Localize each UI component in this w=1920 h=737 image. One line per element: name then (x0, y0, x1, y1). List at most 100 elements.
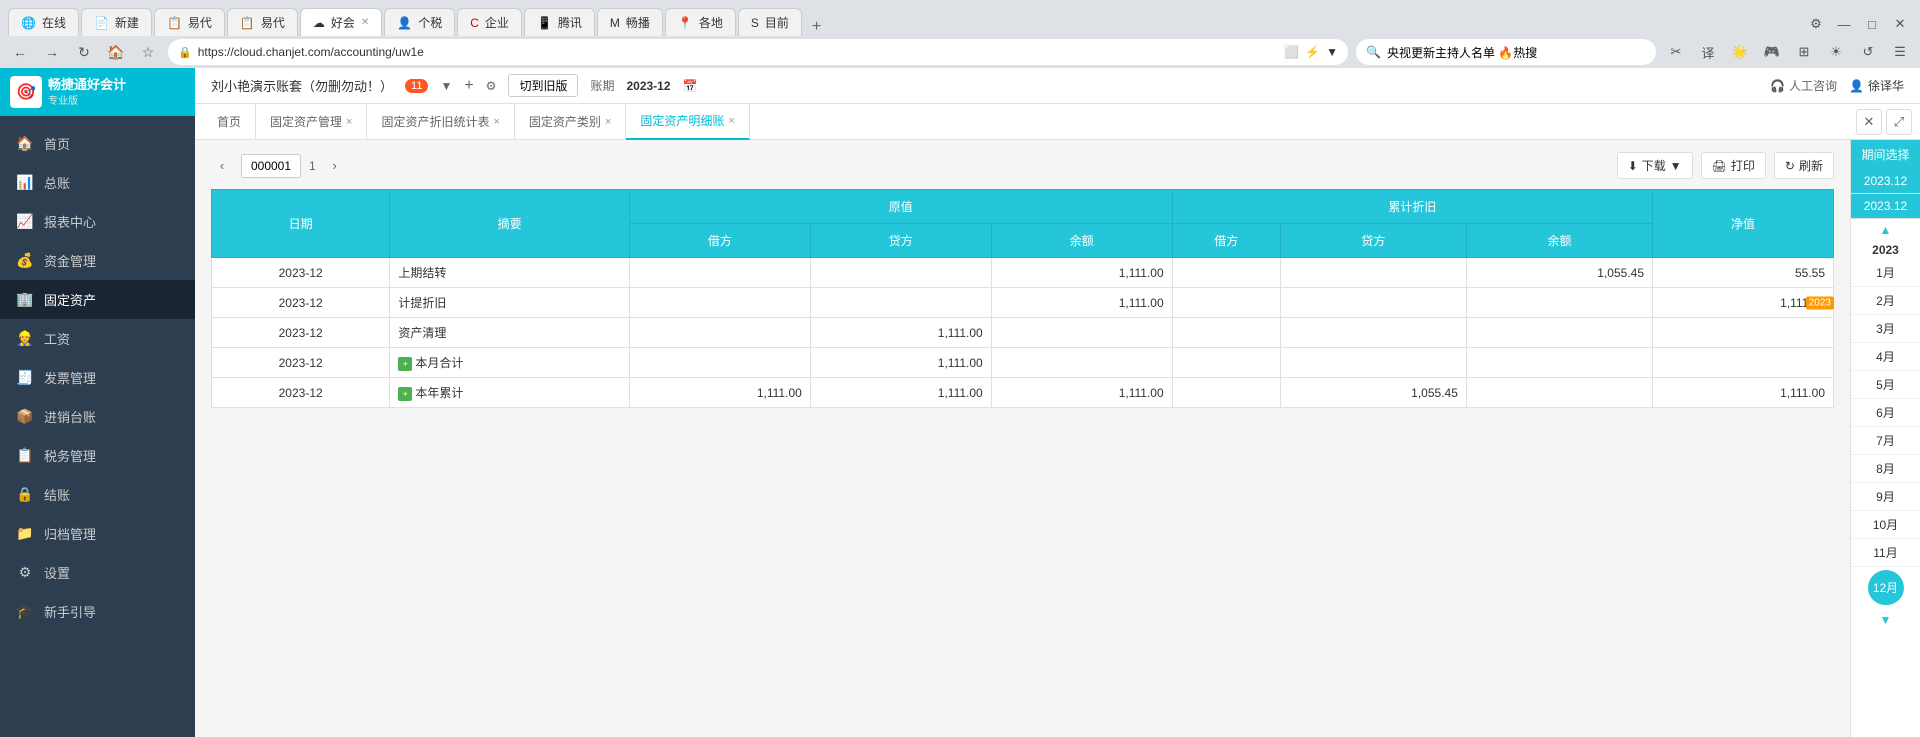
home-button[interactable]: 🏠 (104, 40, 128, 64)
back-button[interactable]: ← (8, 40, 32, 64)
sidebar-item-settings[interactable]: ⚙ 设置 (0, 553, 195, 592)
grid-icon[interactable]: ⊞ (1792, 40, 1816, 64)
archive-icon: 📁 (16, 525, 34, 543)
period-month-10[interactable]: 10月 (1851, 511, 1920, 539)
expand-icon[interactable]: ▼ (1326, 45, 1338, 59)
lightning-icon[interactable]: ⚡ (1305, 45, 1320, 59)
period-month-4[interactable]: 4月 (1851, 343, 1920, 371)
prev-page-button[interactable]: ‹ (211, 155, 233, 177)
tab-fixed-assets-mgmt[interactable]: 固定资产管理 × (256, 104, 367, 140)
sidebar-item-invoice[interactable]: 🧾 发票管理 (0, 358, 195, 397)
browser-tab-yidai1[interactable]: 📋 易代 (154, 8, 225, 36)
add-account-icon[interactable]: + (464, 77, 473, 95)
main-panel: ‹ 1 › ⬇ 下载 ▼ 🖨 打印 (195, 140, 1850, 737)
period-month-2[interactable]: 2月 (1851, 287, 1920, 315)
period-month-1[interactable]: 1月 (1851, 259, 1920, 287)
game-icon[interactable]: 🎮 (1760, 40, 1784, 64)
close-tab-depreciation-stats[interactable]: × (493, 116, 499, 128)
tab-home[interactable]: 首页 (203, 104, 256, 140)
dropdown-icon[interactable]: ▼ (440, 79, 452, 93)
browser-tab-new[interactable]: 📄 新建 (81, 8, 152, 36)
user-button[interactable]: 👤 徐译华 (1849, 77, 1904, 94)
period-month-8[interactable]: 8月 (1851, 455, 1920, 483)
settings-account-icon[interactable]: ⚙ (486, 79, 497, 93)
browser-toolbar-right: ✂ 译 🌟 🎮 ⊞ ☀ ↺ ☰ (1664, 40, 1912, 64)
period-month-6[interactable]: 6月 (1851, 399, 1920, 427)
download-button[interactable]: ⬇ 下载 ▼ (1617, 152, 1693, 179)
refresh-button[interactable]: ↻ 刷新 (1774, 152, 1834, 179)
sidebar-item-inventory[interactable]: 📦 进销台账 (0, 397, 195, 436)
cell-orig-balance: 1,111.00 (991, 258, 1172, 288)
browser-close-icon[interactable]: ✕ (1888, 12, 1912, 36)
browser-tab-tengxun[interactable]: 📱 腾讯 (524, 8, 595, 36)
close-tab-asset-category[interactable]: × (605, 116, 611, 128)
th-net-value: 净值 (1653, 190, 1834, 258)
tab-asset-ledger[interactable]: 固定资产明细账 × (626, 104, 749, 140)
support-button[interactable]: 🎧 人工咨询 (1770, 77, 1837, 94)
browser-maximize-icon[interactable]: □ (1860, 12, 1884, 36)
app-logo: 🎯 (10, 76, 42, 108)
browser-settings-icon[interactable]: ⚙ (1804, 12, 1828, 36)
browser-minimize-icon[interactable]: — (1832, 12, 1856, 36)
sun-icon[interactable]: ☀ (1824, 40, 1848, 64)
username-label: 徐译华 (1868, 77, 1904, 94)
period-scroll-up[interactable]: ▲ (1851, 219, 1920, 241)
browser-tab-muqian[interactable]: S 目前 (738, 8, 802, 36)
sidebar-item-tax[interactable]: 📋 税务管理 (0, 436, 195, 475)
browser-tab-geshui[interactable]: 👤 个税 (384, 8, 455, 36)
close-all-tabs-button[interactable]: ✕ (1856, 109, 1882, 135)
period-selected-start[interactable]: 2023.12 (1851, 169, 1920, 194)
sidebar-item-ledger[interactable]: 📊 总账 (0, 163, 195, 202)
period-month-11[interactable]: 11月 (1851, 539, 1920, 567)
browser-tab-online[interactable]: 🌐 在线 (8, 8, 79, 36)
period-month-7[interactable]: 7月 (1851, 427, 1920, 455)
browser-tab-yidai2[interactable]: 📋 易代 (227, 8, 298, 36)
close-tab-fixed-assets-mgmt[interactable]: × (346, 116, 352, 128)
search-bar[interactable]: 🔍 央视更新主持人名单 🔥热搜 (1356, 39, 1656, 65)
menu-icon[interactable]: ☰ (1888, 40, 1912, 64)
cell-orig-credit: 1,111.00 (810, 318, 991, 348)
sidebar-item-closing[interactable]: 🔒 结账 (0, 475, 195, 514)
period-scroll-down[interactable]: ▼ (1851, 609, 1920, 631)
qr-icon[interactable]: ⬜ (1284, 45, 1299, 59)
expand-view-button[interactable]: ⤢ (1886, 109, 1912, 135)
calendar-icon[interactable]: 📅 (683, 79, 698, 93)
period-month-5[interactable]: 5月 (1851, 371, 1920, 399)
next-page-button[interactable]: › (324, 155, 346, 177)
close-tab-icon[interactable]: ✕ (361, 17, 369, 28)
page-number-input[interactable] (241, 154, 301, 178)
cell-orig-credit: 1,111.00 (810, 348, 991, 378)
tab-asset-category[interactable]: 固定资产类别 × (515, 104, 626, 140)
sidebar-item-home[interactable]: 🏠 首页 (0, 124, 195, 163)
sidebar-item-funds-label: 资金管理 (44, 251, 96, 270)
period-month-3[interactable]: 3月 (1851, 315, 1920, 343)
tab-depreciation-stats[interactable]: 固定资产折旧统计表 × (367, 104, 514, 140)
new-tab-button[interactable]: + (804, 18, 829, 36)
sidebar-item-funds[interactable]: 💰 资金管理 (0, 241, 195, 280)
browser-tab-gedi[interactable]: 📍 各地 (665, 8, 736, 36)
sidebar-item-archive[interactable]: 📁 归档管理 (0, 514, 195, 553)
browser-tab-haokuai[interactable]: ☁ 好会 ✕ (300, 8, 382, 36)
sidebar-item-payroll[interactable]: 👷 工资 (0, 319, 195, 358)
bookmark-button[interactable]: ☆ (136, 40, 160, 64)
period-month-9[interactable]: 9月 (1851, 483, 1920, 511)
browser-tab-changbo[interactable]: M 畅播 (597, 8, 663, 36)
undo-icon[interactable]: ↺ (1856, 40, 1880, 64)
tab-icon: ☁ (313, 16, 325, 30)
sidebar-item-fixed-assets[interactable]: 🏢 固定资产 (0, 280, 195, 319)
sidebar-item-guide[interactable]: 🎓 新手引导 (0, 592, 195, 631)
cut-icon[interactable]: ✂ (1664, 40, 1688, 64)
switch-version-button[interactable]: 切到旧版 (508, 74, 578, 97)
tab-depreciation-stats-label: 固定资产折旧统计表 (381, 113, 489, 130)
forward-button[interactable]: → (40, 40, 64, 64)
period-selected-end[interactable]: 2023.12 (1851, 194, 1920, 219)
reward-icon[interactable]: 🌟 (1728, 40, 1752, 64)
refresh-button[interactable]: ↻ (72, 40, 96, 64)
close-tab-asset-ledger[interactable]: × (728, 115, 734, 127)
browser-tab-qiye[interactable]: C 企业 (457, 8, 522, 36)
period-month-12-current[interactable]: 12月 (1868, 570, 1904, 606)
sidebar-item-reports[interactable]: 📈 报表中心 (0, 202, 195, 241)
print-button[interactable]: 🖨 打印 (1701, 152, 1766, 179)
translate-icon[interactable]: 译 (1696, 40, 1720, 64)
url-bar[interactable]: 🔒 https://cloud.chanjet.com/accounting/u… (168, 39, 1348, 65)
